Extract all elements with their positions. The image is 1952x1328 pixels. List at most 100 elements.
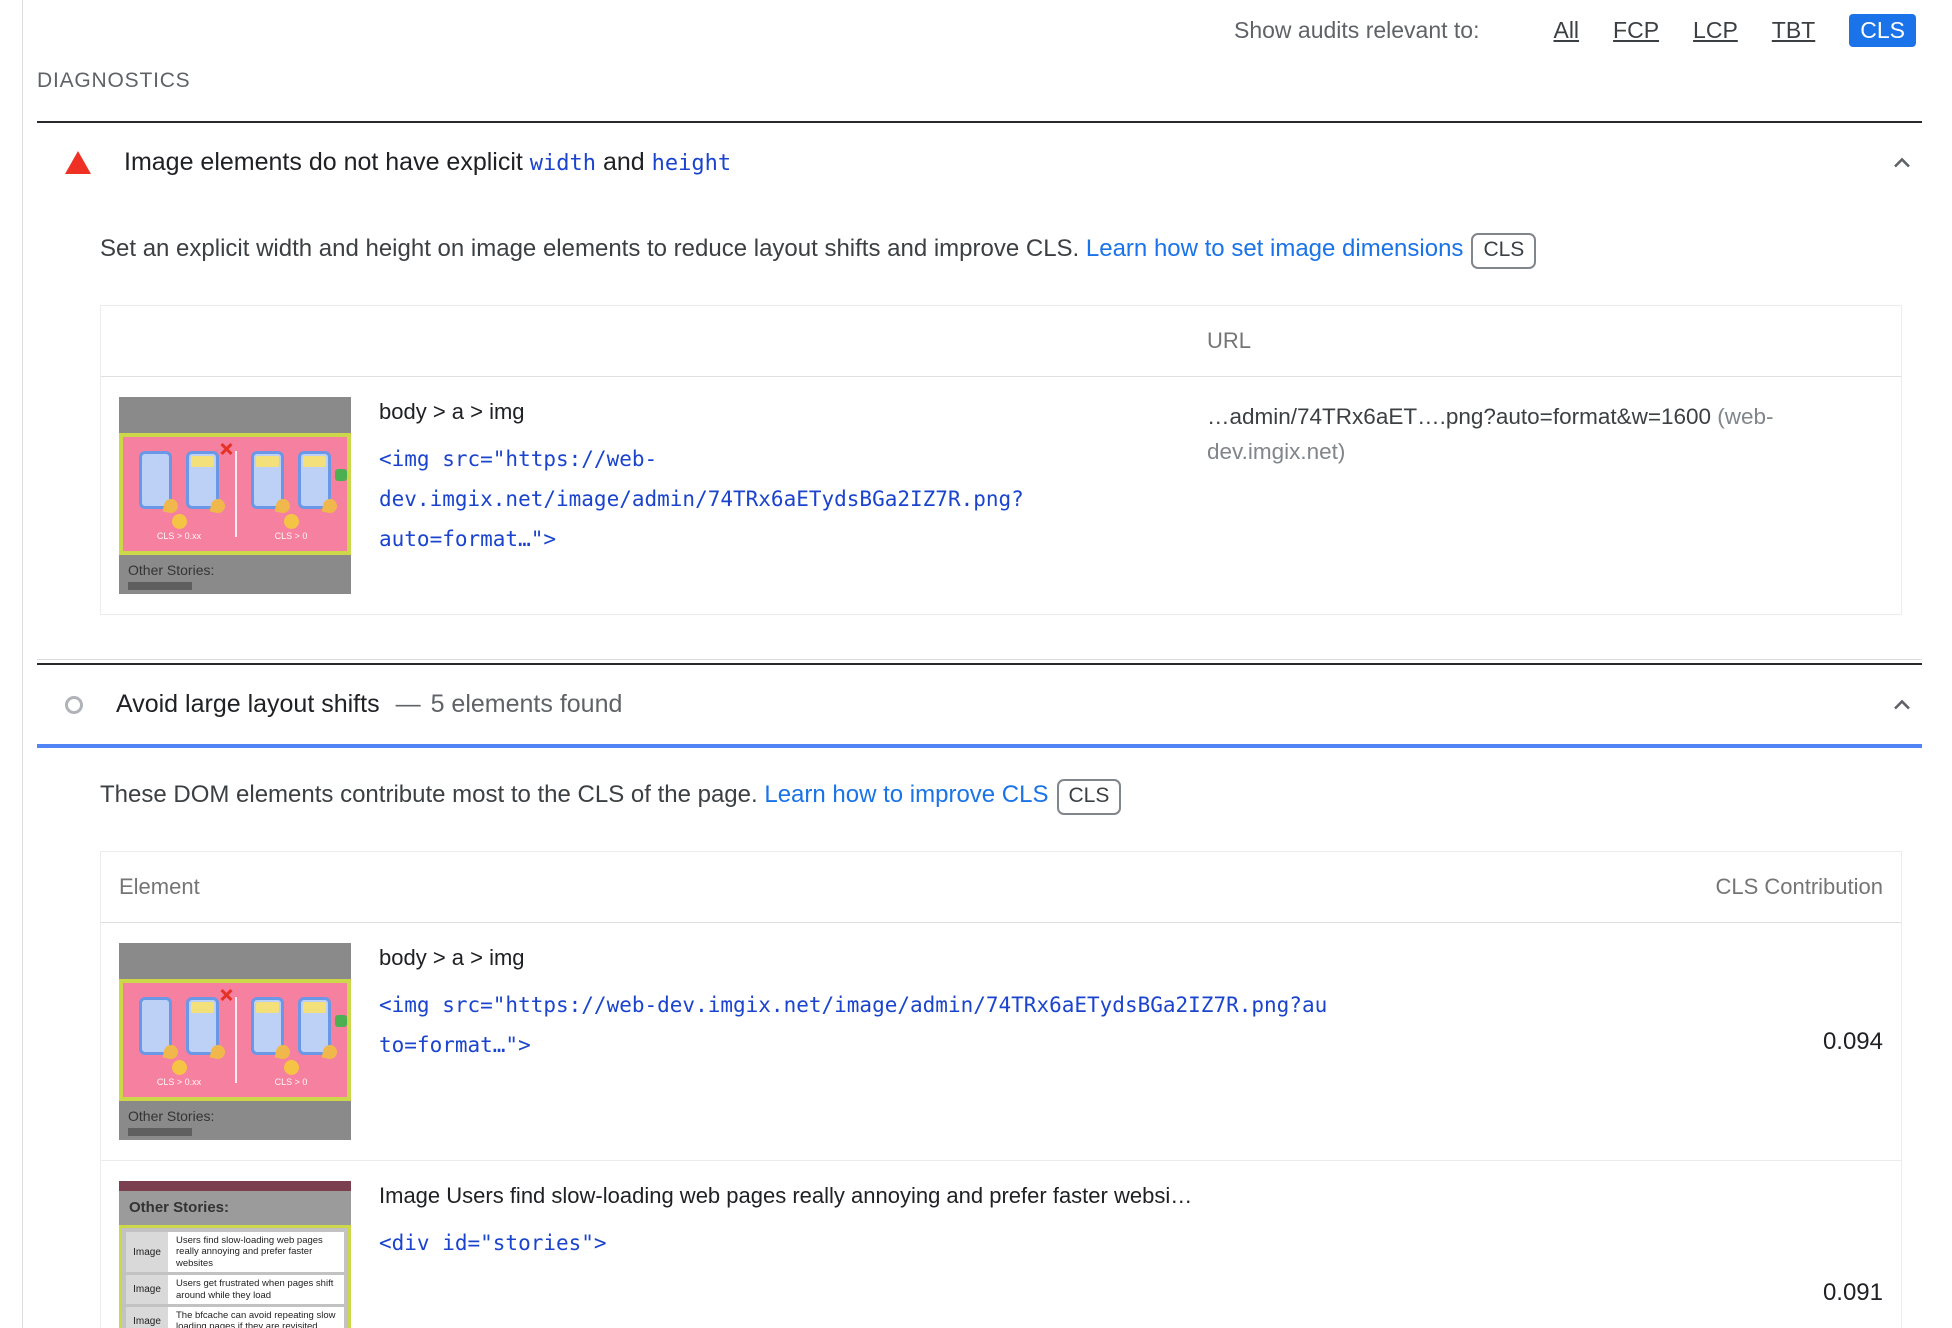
thumbnail-divider [235, 997, 237, 1083]
thumbnail-right-caption: CLS > 0 [274, 1077, 308, 1087]
list-item-text: Users get frustrated when pages shift ar… [176, 1278, 334, 1301]
thumbnail-divider [235, 451, 237, 537]
filter-pill-cls-selected[interactable]: CLS [1849, 14, 1916, 47]
list-item-text: The bfcache can avoid repeating slow loa… [176, 1309, 336, 1328]
audit-filter-bar: Show audits relevant to: All FCP LCP TBT… [37, 0, 1922, 47]
phone-icon [139, 997, 180, 1061]
green-check-icon [335, 1015, 347, 1027]
list-item: Image The bfcache can avoid repeating sl… [126, 1306, 344, 1328]
filter-link-tbt[interactable]: TBT [1772, 17, 1815, 44]
cls-chip: CLS [1056, 779, 1122, 815]
thumbnail-substrip [128, 582, 192, 590]
phone-icon [251, 997, 292, 1061]
phone-banner [191, 456, 214, 467]
url-cell: …admin/74TRx6aET….png?auto=format&w=1600… [1207, 397, 1883, 594]
phone-graphics [139, 442, 233, 515]
filter-label: Show audits relevant to: [1234, 17, 1480, 43]
audit-image-dimensions: Image elements do not have explicit widt… [37, 121, 1922, 660]
report-content: Show audits relevant to: All FCP LCP TBT… [23, 0, 1952, 1328]
table-row: CLS > 0.xx CLS > 0 Other Stories: body >… [101, 377, 1901, 614]
hand-icon [321, 497, 339, 515]
audit-title: Avoid large layout shifts — 5 elements fou… [116, 690, 622, 719]
chevron-up-icon[interactable] [1888, 691, 1916, 719]
thumbnail-top-strip [119, 1181, 351, 1191]
audit-title-text: Avoid large layout shifts [116, 690, 380, 718]
filter-link-lcp[interactable]: LCP [1693, 17, 1738, 44]
hand-icon [209, 497, 227, 515]
thumbnail-right-group: CLS > 0 [235, 983, 347, 1097]
thumbnail-left-group: CLS > 0.xx [123, 437, 235, 551]
audit-title-text: Image elements do not have explicit [124, 148, 530, 176]
phone-icon [298, 451, 339, 515]
hand-icon [274, 1043, 292, 1061]
table-header-url: URL [1207, 328, 1252, 353]
phone-banner [256, 456, 279, 467]
table-header-cls-contribution: CLS Contribution [1715, 874, 1883, 899]
happy-face-icon [283, 1060, 299, 1075]
thumbnail-right-caption: CLS > 0 [274, 531, 308, 541]
phone-banner [303, 1002, 326, 1013]
element-label: Image Users find slow-loading web pages … [379, 1183, 1193, 1208]
audit-table-cls: Element CLS Contribution CLS > 0.xx CLS … [100, 851, 1902, 1328]
audit-table-url: URL CLS > 0.xx CLS > 0 Other Stories: bo… [100, 305, 1902, 615]
phone-banner [256, 1002, 279, 1013]
table-row: CLS > 0.xx CLS > 0 Other Stories: body >… [101, 923, 1901, 1160]
element-code-snippet: <img src="https://web-dev.imgix.net/imag… [379, 993, 1328, 1057]
elements-found-count: 5 elements found [430, 690, 623, 718]
focus-accent-line [37, 744, 1922, 748]
audit-image-dimensions-header[interactable]: Image elements do not have explicit widt… [37, 123, 1922, 202]
sad-face-icon [171, 514, 187, 529]
element-thumbnail-pink-comparison: CLS > 0.xx CLS > 0 Other Stories: [119, 943, 351, 1140]
hand-icon [162, 1043, 180, 1061]
chevron-up-icon[interactable] [1888, 149, 1916, 177]
cls-contribution-value: 0.094 [1822, 1027, 1883, 1055]
thumbnail-bottom-bar: Other Stories: [119, 555, 351, 594]
thumbnail-substrip [128, 1128, 192, 1136]
table-header-row: Element CLS Contribution [101, 852, 1901, 923]
thumbnail-list: Image Users find slow-loading web pages … [119, 1225, 351, 1328]
audit-description: These DOM elements contribute most to th… [100, 776, 1902, 815]
element-cell: body > a > img <img src="https://web-dev… [379, 943, 1665, 1140]
phone-graphics [251, 451, 347, 515]
table-header-empty [119, 328, 351, 354]
audit-list: Image elements do not have explicit widt… [37, 121, 1922, 1328]
audit-image-dimensions-body: Set an explicit width and height on imag… [37, 230, 1922, 659]
audit-avoid-layout-shifts-header[interactable]: Avoid large layout shifts — 5 elements fou… [37, 665, 1922, 744]
inline-code-width: width [529, 151, 597, 176]
list-item: Image Users find slow-loading web pages … [126, 1232, 344, 1273]
thumbnail-caption: Other Stories: [128, 562, 215, 578]
red-x-icon [219, 442, 233, 456]
table-header-element: Element [119, 874, 200, 899]
element-thumbnail-pink-comparison: CLS > 0.xx CLS > 0 Other Stories: [119, 397, 351, 594]
phone-graphics [139, 988, 233, 1061]
phone-graphics [251, 997, 347, 1061]
thumbnail-right-group: CLS > 0 [235, 437, 347, 551]
thumbnail-left-caption: CLS > 0.xx [156, 531, 202, 541]
learn-link-image-dimensions[interactable]: Learn how to set image dimensions [1086, 235, 1464, 262]
cls-chip: CLS [1471, 233, 1537, 269]
thumbnail-top-bar [119, 397, 351, 433]
sad-face-icon [171, 1060, 187, 1075]
audit-title: Image elements do not have explicit widt… [124, 148, 731, 177]
phone-icon [139, 451, 180, 515]
hand-icon [321, 1043, 339, 1061]
table-header-empty [379, 874, 1665, 900]
audit-description: Set an explicit width and height on imag… [100, 230, 1902, 269]
audit-avoid-layout-shifts-body: These DOM elements contribute most to th… [37, 776, 1922, 1328]
phone-icon [186, 451, 227, 515]
description-text: These DOM elements contribute most to th… [100, 781, 765, 808]
phone-banner [303, 456, 326, 467]
url-text: …admin/74TRx6aET….png?auto=format&w=1600 [1207, 404, 1712, 429]
diagnostics-heading: DIAGNOSTICS [37, 69, 191, 92]
table-row: Other Stories: Image Users find slow-loa… [101, 1160, 1901, 1328]
thumbnail-header: Other Stories: [129, 1199, 230, 1216]
list-item-text: Users find slow-loading web pages really… [176, 1235, 323, 1269]
filter-link-fcp[interactable]: FCP [1613, 17, 1659, 44]
thumbnail-caption: Other Stories: [128, 1108, 215, 1124]
green-check-icon [335, 469, 347, 481]
lighthouse-report-page: Show audits relevant to: All FCP LCP TBT… [0, 0, 1952, 1328]
phone-icon [251, 451, 292, 515]
filter-link-all[interactable]: All [1553, 17, 1579, 44]
learn-link-improve-cls[interactable]: Learn how to improve CLS [764, 781, 1048, 808]
thumbnail-bottom-bar: Other Stories: [119, 1101, 351, 1140]
